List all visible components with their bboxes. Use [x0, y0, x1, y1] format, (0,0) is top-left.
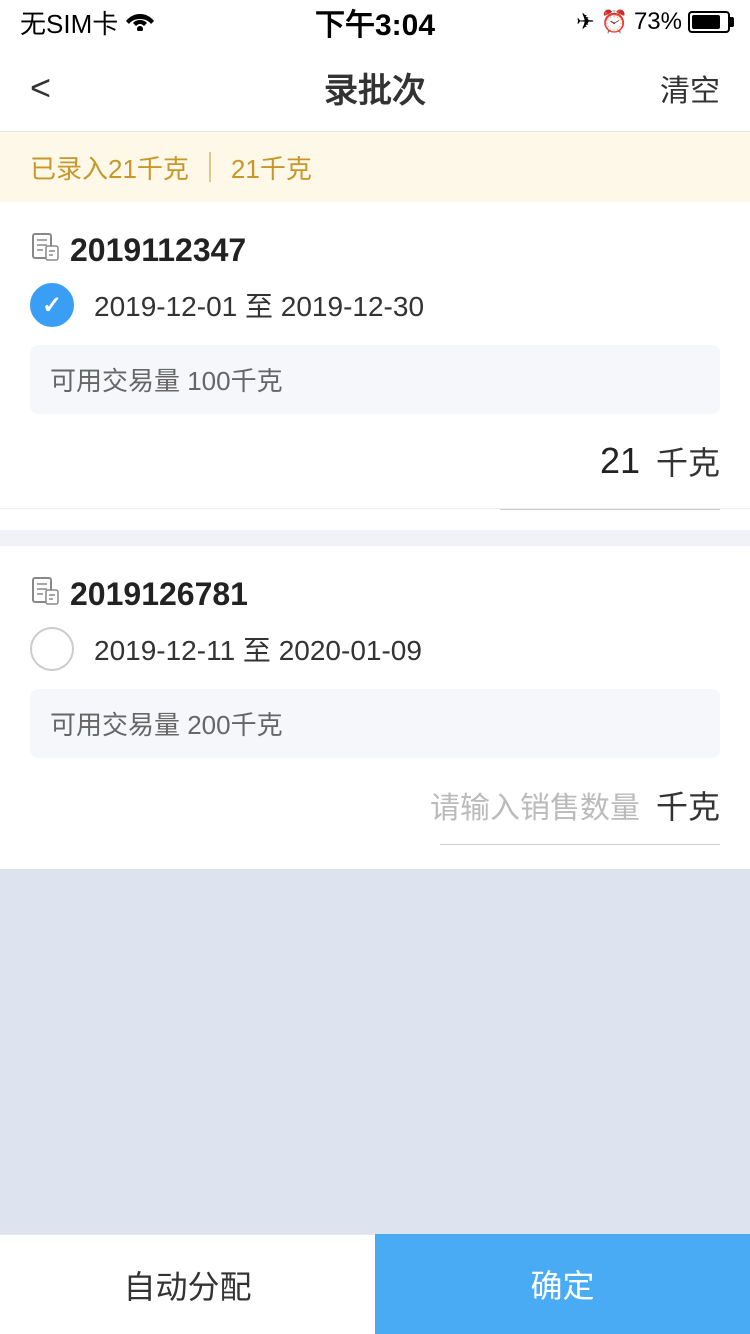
sim-text: 无SIM卡: [20, 4, 118, 41]
batch2-input-unit: 千克: [656, 782, 720, 828]
auto-distribute-button[interactable]: 自动分配: [0, 1234, 375, 1334]
batch1-date-row: 2019-12-01 至 2019-12-30: [30, 283, 720, 327]
recorded-amount-value: 21千克: [231, 149, 312, 186]
page-title: 录批次: [324, 63, 426, 112]
batch1-doc-icon: [30, 232, 60, 269]
clear-button[interactable]: 清空: [660, 66, 720, 110]
batch1-radio[interactable]: [30, 283, 74, 327]
bottom-bar: 自动分配 确定: [0, 1234, 750, 1334]
batch1-date-range: 2019-12-01 至 2019-12-30: [94, 285, 424, 325]
alarm-icon: ⏰: [601, 9, 628, 35]
batch1-quantity-unit: 千克: [656, 438, 720, 484]
banner-divider: [209, 152, 211, 182]
wifi-icon: [126, 7, 154, 38]
status-left: 无SIM卡: [20, 4, 154, 41]
batch1-quantity-value: 21: [600, 440, 640, 482]
info-banner: 已录入21千克 21千克: [0, 132, 750, 202]
nav-bar: < 录批次 清空: [0, 44, 750, 132]
batch1-id: 2019112347: [70, 232, 246, 269]
status-time: 下午3:04: [315, 0, 435, 44]
batch2-input-row: 请输入销售数量 千克: [0, 758, 750, 869]
batch2-input-placeholder: 请输入销售数量: [430, 783, 640, 827]
page-wrapper: 无SIM卡 下午3:04 ✈ ⏰ 73% < 录批次 清空 已录入21千克 21…: [0, 0, 750, 1334]
confirm-button[interactable]: 确定: [375, 1234, 750, 1334]
battery-icon: [688, 11, 730, 33]
recorded-amount-label: 已录入21千克: [30, 149, 189, 186]
status-right: ✈ ⏰ 73%: [576, 8, 730, 36]
location-icon: ✈: [576, 9, 594, 35]
batch1-available: 可用交易量 100千克: [30, 345, 720, 414]
content-area: 2019112347 2019-12-01 至 2019-12-30 可用交易量…: [0, 202, 750, 1334]
batch2-id-row: 2019126781: [30, 576, 720, 613]
batch1-card: 2019112347 2019-12-01 至 2019-12-30 可用交易量…: [0, 202, 750, 414]
batch2-radio[interactable]: [30, 627, 74, 671]
battery-percent: 73%: [634, 8, 682, 36]
batch2-date-range: 2019-12-11 至 2020-01-09: [94, 629, 422, 669]
batch1-id-row: 2019112347: [30, 232, 720, 269]
batch1-quantity-row: 21 千克: [0, 414, 750, 509]
batch2-doc-icon: [30, 576, 60, 613]
batch2-id: 2019126781: [70, 576, 248, 613]
batch2-available: 可用交易量 200千克: [30, 689, 720, 758]
batch2-card: 2019126781 2019-12-11 至 2020-01-09 可用交易量…: [0, 546, 750, 758]
status-bar: 无SIM卡 下午3:04 ✈ ⏰ 73%: [0, 0, 750, 44]
back-button[interactable]: <: [30, 67, 51, 109]
batch2-date-row: 2019-12-11 至 2020-01-09: [30, 627, 720, 671]
